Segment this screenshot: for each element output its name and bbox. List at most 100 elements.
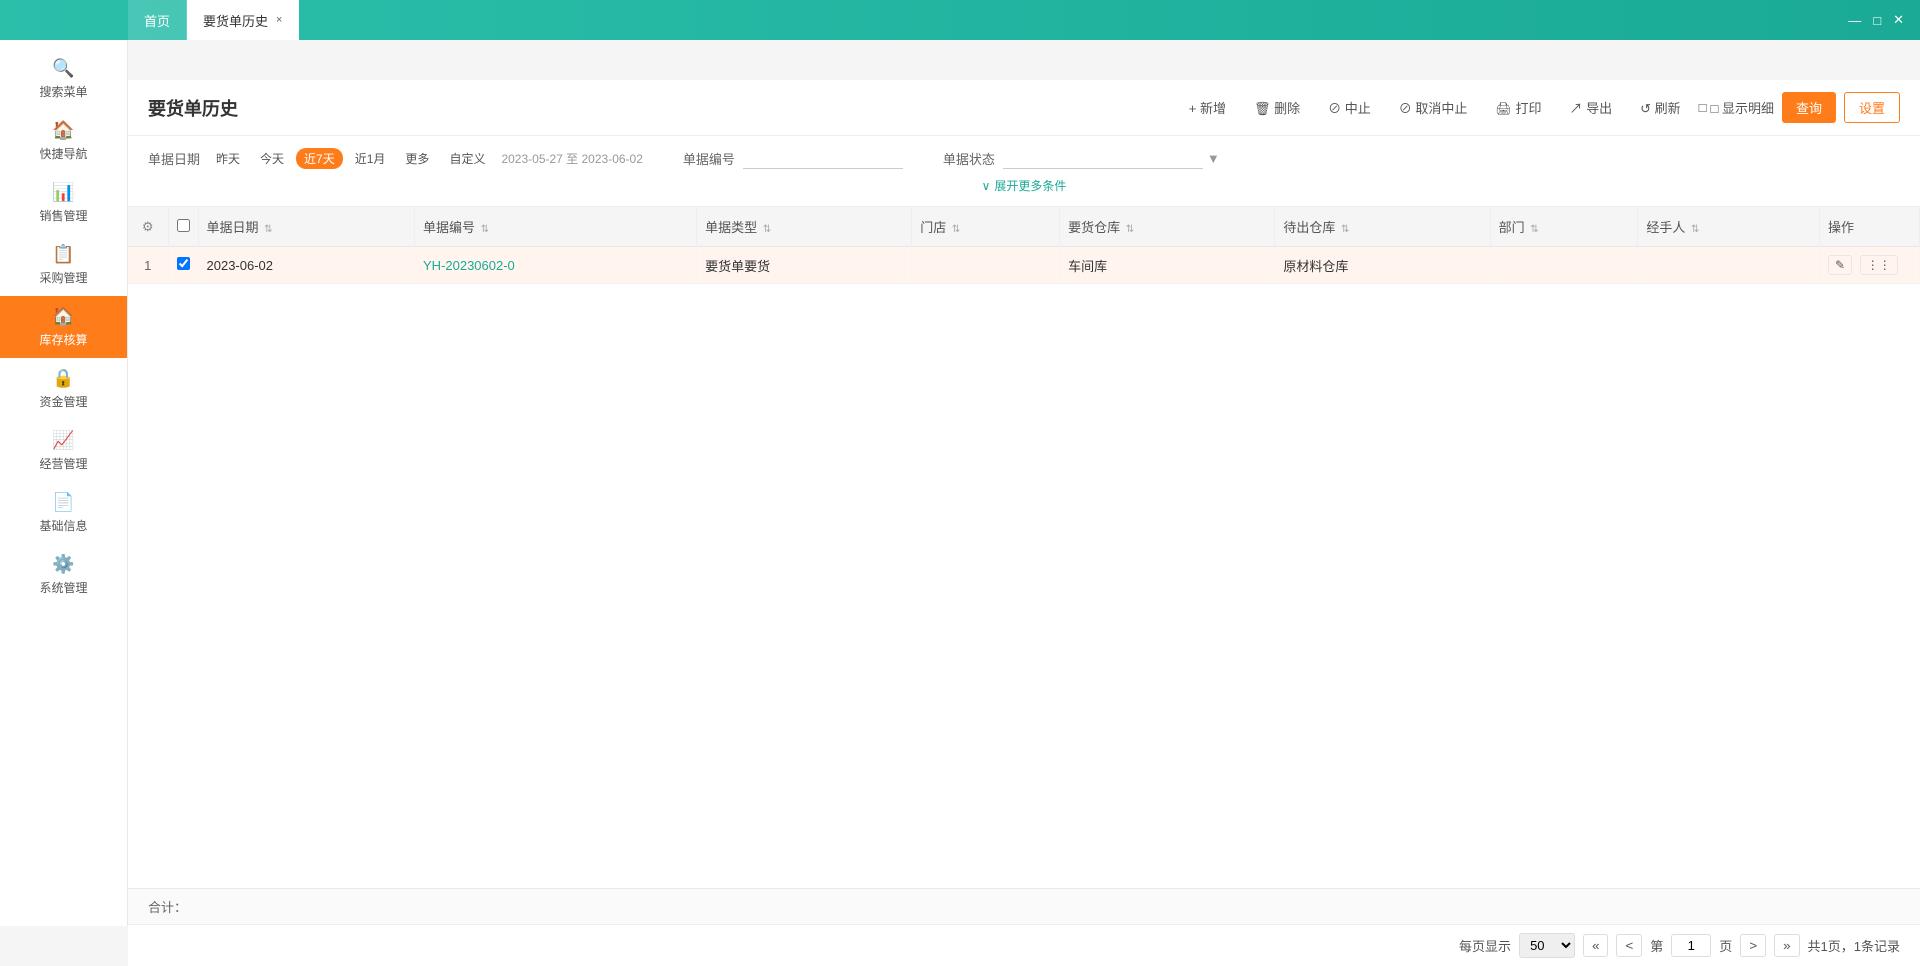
sidebar-item-system[interactable]: ⚙️ 系统管理 [0, 544, 127, 606]
tab-order-history[interactable]: 要货单历史 × [187, 0, 299, 40]
column-settings-icon[interactable]: ⚙ [142, 219, 154, 234]
quick-nav-icon: 🏠 [52, 120, 74, 141]
tab-home[interactable]: 首页 [128, 0, 187, 40]
row-pending-warehouse: 原材料仓库 [1275, 247, 1490, 284]
last-page-button[interactable]: » [1774, 934, 1799, 957]
main-content: 要货单历史 + 新增 🗑 删除 ⊘ 中止 ⊘ 取消中止 🖨 打印 ↗ 导出 ↺ … [128, 80, 1920, 966]
sidebar-item-finance[interactable]: 🔒 资金管理 [0, 358, 127, 420]
refresh-button[interactable]: ↺ 刷新 [1630, 93, 1691, 122]
col-req-warehouse: 要货仓库 ⇅ [1060, 207, 1275, 247]
row-handler [1638, 247, 1820, 284]
page-size-select[interactable]: 10 20 50 100 [1519, 933, 1575, 958]
stop-button[interactable]: ⊘ 中止 [1318, 93, 1381, 122]
sales-icon: 📊 [52, 182, 74, 203]
status-filter: 单据状态 ▼ [943, 149, 1220, 169]
status-input[interactable] [1003, 149, 1203, 169]
first-page-button[interactable]: « [1583, 934, 1608, 957]
sort-store-icon[interactable]: ⇅ [952, 224, 960, 235]
minimize-icon[interactable]: — [1848, 13, 1861, 28]
col-settings: ⚙ [128, 207, 168, 247]
status-dropdown-icon[interactable]: ▼ [1207, 151, 1220, 166]
orders-table: ⚙ 单据日期 ⇅ 单据编号 ⇅ 单据类型 ⇅ 门店 ⇅ 要货仓库 ⇅ 待出仓库 … [128, 207, 1920, 284]
date-filter-label: 单据日期 [148, 149, 200, 168]
sidebar: 🔍 搜索菜单 🏠 快捷导航 📊 销售管理 📋 采购管理 🏠 库存核算 🔒 资金管… [0, 40, 128, 926]
sidebar-item-quick-nav-label: 快捷导航 [39, 145, 87, 162]
query-button[interactable]: 查询 [1782, 92, 1836, 123]
sidebar-item-sales-label: 销售管理 [39, 207, 87, 224]
sort-dept-icon[interactable]: ⇅ [1530, 224, 1538, 235]
table-row[interactable]: 1 2023-06-02 YH-20230602-0 要货单要货 车间库 原材料… [128, 247, 1920, 284]
order-no-input[interactable] [743, 149, 903, 169]
sort-pending-warehouse-icon[interactable]: ⇅ [1341, 224, 1349, 235]
display-detail-label: □ 显示明细 [1711, 98, 1774, 117]
total-info: 共1页，1条记录 [1808, 936, 1900, 955]
sort-req-warehouse-icon[interactable]: ⇅ [1126, 224, 1134, 235]
tab-order-history-label: 要货单历史 [203, 11, 268, 30]
finance-icon: 🔒 [52, 368, 74, 389]
col-pending-warehouse: 待出仓库 ⇅ [1275, 207, 1490, 247]
prev-page-button[interactable]: < [1616, 934, 1642, 957]
expand-more-label: 展开更多条件 [994, 177, 1066, 194]
date-opt-yesterday[interactable]: 昨天 [208, 148, 248, 169]
date-opt-custom[interactable]: 自定义 [441, 148, 493, 169]
col-store: 门店 ⇅ [912, 207, 1060, 247]
sidebar-item-basic-info[interactable]: 📄 基础信息 [0, 482, 127, 544]
delete-button[interactable]: 🗑 删除 [1244, 93, 1310, 122]
inventory-icon: 🏠 [52, 306, 74, 327]
sidebar-item-operations[interactable]: 📈 经营管理 [0, 420, 127, 482]
tab-close-icon[interactable]: × [276, 14, 282, 26]
date-opt-more[interactable]: 更多 [397, 148, 437, 169]
window-controls: — □ ✕ [1848, 12, 1904, 28]
date-opt-7days[interactable]: 近7天 [296, 148, 343, 169]
table-footer: 合计： [128, 888, 1920, 924]
table-container: ⚙ 单据日期 ⇅ 单据编号 ⇅ 单据类型 ⇅ 门店 ⇅ 要货仓库 ⇅ 待出仓库 … [128, 207, 1920, 888]
row-more-button[interactable]: ⋮⋮ [1860, 255, 1898, 275]
cancel-stop-button[interactable]: ⊘ 取消中止 [1389, 93, 1478, 122]
page-size-label: 每页显示 [1459, 936, 1511, 955]
sidebar-item-quick-nav[interactable]: 🏠 快捷导航 [0, 110, 127, 172]
row-date: 2023-06-02 [198, 247, 414, 284]
row-operations: ✎ ⋮⋮ [1820, 247, 1920, 284]
date-range-text: 2023-05-27 至 2023-06-02 [501, 150, 642, 167]
date-opt-today[interactable]: 今天 [252, 148, 292, 169]
sidebar-item-inventory[interactable]: 🏠 库存核算 [0, 296, 127, 358]
expand-more-btn[interactable]: ∨ 展开更多条件 [148, 177, 1900, 194]
export-button[interactable]: ↗ 导出 [1560, 93, 1623, 122]
close-window-icon[interactable]: ✕ [1893, 12, 1904, 28]
sort-handler-icon[interactable]: ⇅ [1691, 224, 1699, 235]
sidebar-item-purchase[interactable]: 📋 采购管理 [0, 234, 127, 296]
row-checkbox[interactable] [177, 257, 190, 270]
sidebar-item-sales[interactable]: 📊 销售管理 [0, 172, 127, 234]
order-no-link[interactable]: YH-20230602-0 [423, 258, 515, 273]
sidebar-item-search-menu[interactable]: 🔍 搜索菜单 [0, 48, 127, 110]
sort-type-icon[interactable]: ⇅ [763, 224, 771, 235]
sort-orderno-icon[interactable]: ⇅ [481, 224, 489, 235]
sidebar-item-purchase-label: 采购管理 [39, 269, 87, 286]
page-title: 要货单历史 [148, 95, 238, 121]
row-order-type: 要货单要货 [697, 247, 912, 284]
page-number-input[interactable] [1671, 934, 1711, 957]
filter-area: 单据日期 昨天 今天 近7天 近1月 更多 自定义 2023-05-27 至 2… [128, 136, 1920, 207]
row-edit-button[interactable]: ✎ [1828, 255, 1852, 275]
sort-date-icon[interactable]: ⇅ [264, 224, 272, 235]
date-opt-1month[interactable]: 近1月 [347, 148, 394, 169]
col-order-type: 单据类型 ⇅ [697, 207, 912, 247]
sidebar-item-system-label: 系统管理 [39, 579, 87, 596]
row-checkbox-cell [168, 247, 198, 284]
setting-button[interactable]: 设置 [1844, 92, 1900, 123]
maximize-icon[interactable]: □ [1873, 13, 1881, 28]
pagination-bar: 每页显示 10 20 50 100 « < 第 页 > » 共1页，1条记录 [128, 924, 1920, 966]
display-detail-toggle[interactable]: □ □ 显示明细 [1699, 98, 1774, 117]
print-button[interactable]: 🖨 打印 [1485, 93, 1551, 122]
col-order-no: 单据编号 ⇅ [414, 207, 696, 247]
next-page-button[interactable]: > [1740, 934, 1766, 957]
row-num: 1 [128, 247, 168, 284]
row-department [1490, 247, 1638, 284]
select-all-checkbox[interactable] [177, 219, 190, 232]
sidebar-item-search-menu-label: 搜索菜单 [39, 83, 87, 100]
new-button[interactable]: + 新增 [1179, 93, 1236, 122]
purchase-icon: 📋 [52, 244, 74, 265]
row-order-no: YH-20230602-0 [414, 247, 696, 284]
page-header: 要货单历史 + 新增 🗑 删除 ⊘ 中止 ⊘ 取消中止 🖨 打印 ↗ 导出 ↺ … [128, 80, 1920, 136]
system-icon: ⚙️ [52, 554, 74, 575]
